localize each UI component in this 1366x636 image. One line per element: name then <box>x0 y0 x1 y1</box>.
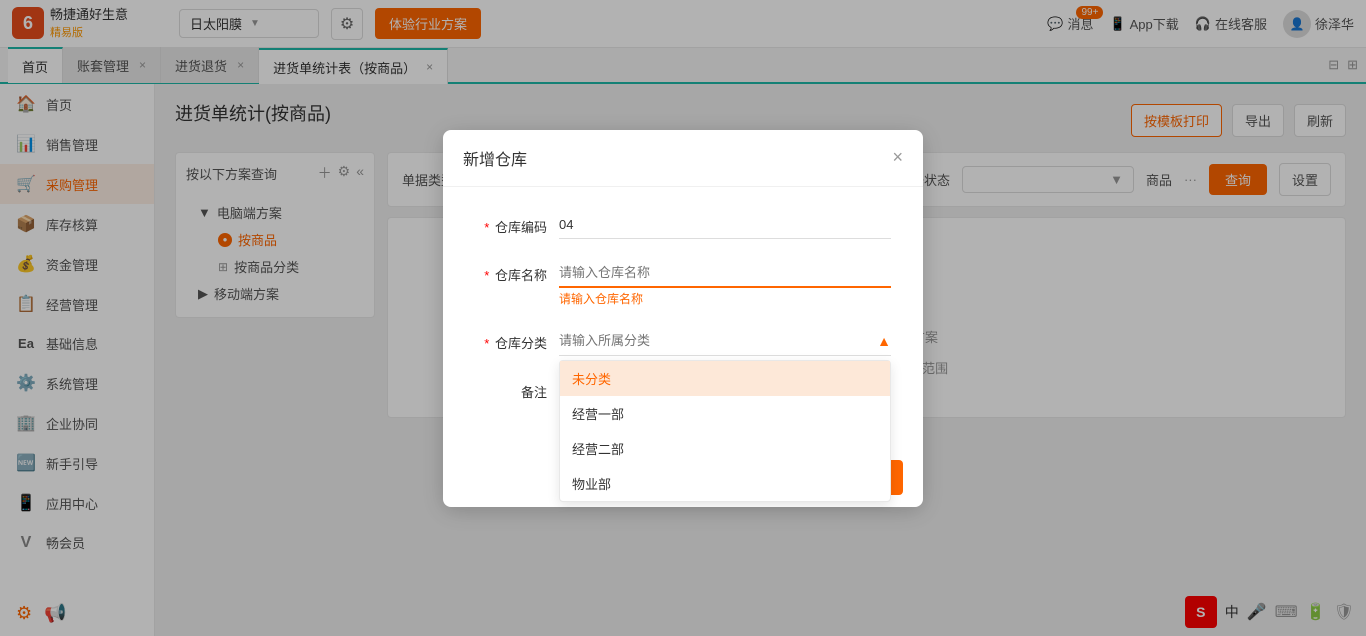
warehouse-category-label: 仓库分类 <box>475 327 547 352</box>
warehouse-code-label: 仓库编码 <box>475 211 547 236</box>
form-row-code: 仓库编码 <box>475 211 891 239</box>
form-row-category: 仓库分类 ▲ 未分类 经营一部 经 <box>475 327 891 356</box>
remark-label-text: 备注 <box>521 385 547 400</box>
warehouse-code-input[interactable] <box>559 211 891 239</box>
modal-new-warehouse: 新增仓库 × 仓库编码 仓库名称 请输入仓库名称 <box>443 130 923 507</box>
warehouse-name-field: 请输入仓库名称 <box>559 259 891 307</box>
modal-overlay[interactable]: 新增仓库 × 仓库编码 仓库名称 请输入仓库名称 <box>0 0 1366 636</box>
warehouse-name-label: 仓库名称 <box>475 259 547 284</box>
warehouse-code-label-text: 仓库编码 <box>495 220 547 235</box>
dropdown-item-unclassified[interactable]: 未分类 <box>560 361 890 396</box>
chevron-up-icon: ▲ <box>877 333 891 349</box>
dropdown-label-unclassified: 未分类 <box>572 372 611 387</box>
modal-body: 仓库编码 仓库名称 请输入仓库名称 仓库分类 <box>443 187 923 448</box>
modal-title: 新增仓库 <box>463 146 527 170</box>
dropdown-item-ops1[interactable]: 经营一部 <box>560 396 890 431</box>
dropdown-item-property[interactable]: 物业部 <box>560 466 890 501</box>
warehouse-category-label-text: 仓库分类 <box>495 336 547 351</box>
modal-close-button[interactable]: × <box>892 147 903 168</box>
warehouse-category-input[interactable] <box>559 333 877 348</box>
warehouse-category-field: ▲ 未分类 经营一部 经营二部 物业部 <box>559 327 891 356</box>
remark-label: 备注 <box>475 376 547 401</box>
warehouse-code-field <box>559 211 891 239</box>
warehouse-name-label-text: 仓库名称 <box>495 268 547 283</box>
form-row-name: 仓库名称 请输入仓库名称 <box>475 259 891 307</box>
warehouse-name-error: 请输入仓库名称 <box>559 290 891 307</box>
dropdown-item-ops2[interactable]: 经营二部 <box>560 431 890 466</box>
modal-header: 新增仓库 × <box>443 130 923 187</box>
category-dropdown-trigger[interactable]: ▲ <box>559 327 891 356</box>
dropdown-label-ops2: 经营二部 <box>572 442 624 457</box>
category-dropdown-list: 未分类 经营一部 经营二部 物业部 <box>559 360 891 502</box>
warehouse-name-input[interactable] <box>559 259 891 288</box>
dropdown-label-property: 物业部 <box>572 477 611 492</box>
dropdown-label-ops1: 经营一部 <box>572 407 624 422</box>
